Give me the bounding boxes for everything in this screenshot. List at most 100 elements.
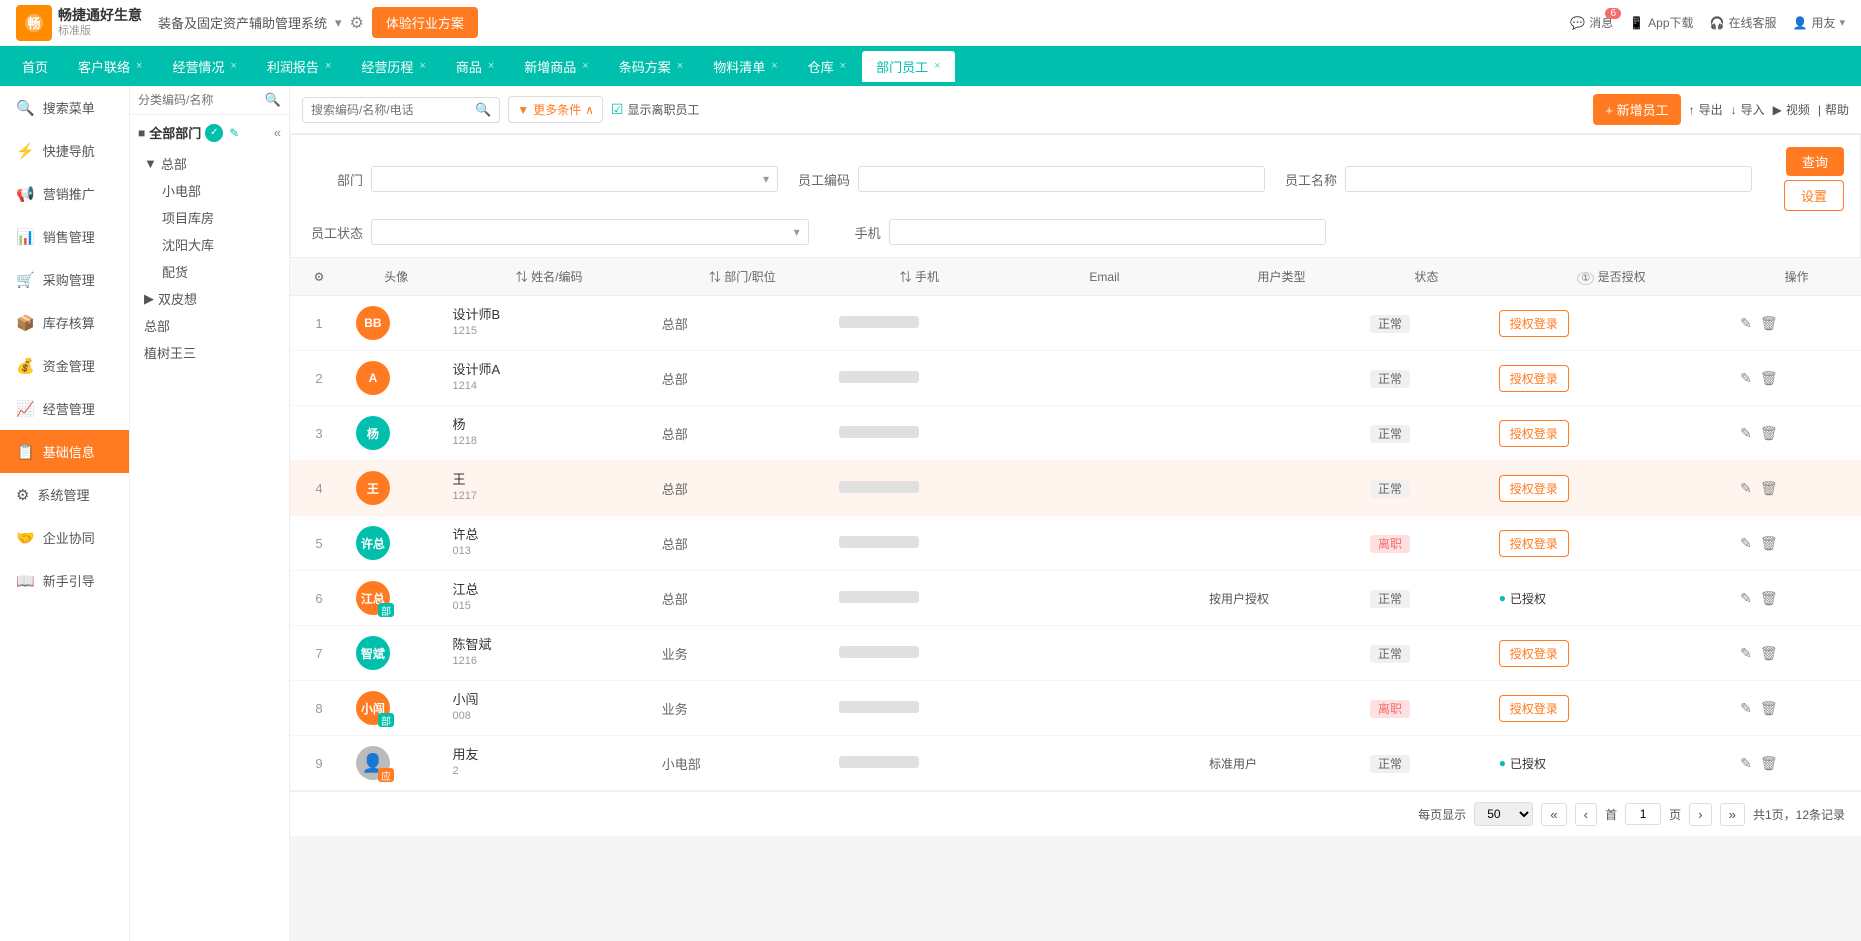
edit-button[interactable]: ✎ <box>1740 645 1752 662</box>
tab-bom[interactable]: 物料清单 × <box>699 51 791 82</box>
close-icon[interactable]: × <box>582 60 588 72</box>
tab-customer[interactable]: 客户联络 × <box>64 51 156 82</box>
edit-button[interactable]: ✎ <box>1740 700 1752 717</box>
sidebar-item-management[interactable]: 📈 经营管理 <box>0 387 129 430</box>
dept-group-zhishu[interactable]: 植树王三 <box>138 339 289 366</box>
edit-dept-icon[interactable]: ✎ <box>229 126 239 140</box>
tab-home[interactable]: 首页 <box>8 51 62 82</box>
sidebar-item-system[interactable]: ⚙ 系统管理 <box>0 473 129 516</box>
edit-button[interactable]: ✎ <box>1740 590 1752 607</box>
sidebar-item-basic[interactable]: 📋 基础信息 <box>0 430 129 473</box>
sidebar-item-inventory[interactable]: 📦 库存核算 <box>0 301 129 344</box>
close-icon[interactable]: × <box>488 60 494 72</box>
next-page-btn[interactable]: › <box>1689 803 1711 826</box>
close-icon[interactable]: × <box>840 60 846 72</box>
show-resigned-toggle[interactable]: ☑ 显示离职员工 <box>611 101 700 118</box>
edit-button[interactable]: ✎ <box>1740 370 1752 387</box>
sidebar-item-purchase[interactable]: 🛒 采购管理 <box>0 258 129 301</box>
close-icon[interactable]: × <box>934 60 940 72</box>
tab-warehouse[interactable]: 仓库 × <box>794 51 860 82</box>
edit-button[interactable]: ✎ <box>1740 535 1752 552</box>
settings-icon[interactable]: ⚙ <box>350 13 364 33</box>
app-download-btn[interactable]: 📱 App下载 <box>1629 14 1693 31</box>
sidebar-item-finance[interactable]: 💰 资金管理 <box>0 344 129 387</box>
tab-operation[interactable]: 经营情况 × <box>158 51 250 82</box>
sidebar-item-guide[interactable]: 📖 新手引导 <box>0 559 129 602</box>
sidebar-item-collab[interactable]: 🤝 企业协同 <box>0 516 129 559</box>
delete-button[interactable]: 🗑 <box>1760 370 1778 387</box>
edit-button[interactable]: ✎ <box>1740 425 1752 442</box>
tab-history[interactable]: 经营历程 × <box>347 51 439 82</box>
edit-button[interactable]: ✎ <box>1740 315 1752 332</box>
help-btn[interactable]: | 帮助 <box>1818 101 1849 118</box>
dept-child-peihuo[interactable]: 配货 <box>154 258 289 285</box>
page-number-input[interactable] <box>1625 803 1661 825</box>
auth-login-button[interactable]: 授权登录 <box>1499 640 1569 667</box>
tab-add-product[interactable]: 新增商品 × <box>510 51 602 82</box>
col-phone[interactable]: ⇅ 手机 <box>831 258 1008 296</box>
col-settings[interactable]: ⚙ <box>290 258 348 296</box>
col-name-code[interactable]: ⇅ 姓名/编码 <box>445 258 654 296</box>
export-btn[interactable]: ↑ 导出 <box>1689 101 1723 118</box>
first-page-btn[interactable]: « <box>1541 803 1566 826</box>
message-btn[interactable]: 💬 消息 6 <box>1570 14 1613 31</box>
close-icon[interactable]: × <box>677 60 683 72</box>
delete-button[interactable]: 🗑 <box>1760 755 1778 772</box>
close-icon[interactable]: × <box>325 60 331 72</box>
query-button[interactable]: 查询 <box>1786 147 1844 176</box>
close-icon[interactable]: × <box>419 60 425 72</box>
delete-button[interactable]: 🗑 <box>1760 700 1778 717</box>
chevron-icon[interactable]: ▾ <box>335 15 342 31</box>
dept-search-icon[interactable]: 🔍 <box>265 92 281 108</box>
emp-status-select[interactable]: ▾ <box>371 219 809 245</box>
dept-group-zongbu2[interactable]: 总部 <box>138 312 289 339</box>
sidebar-item-marketing[interactable]: 📢 营销推广 <box>0 172 129 215</box>
close-icon[interactable]: × <box>230 60 236 72</box>
delete-button[interactable]: 🗑 <box>1760 480 1778 497</box>
online-service-btn[interactable]: 🎧 在线客服 <box>1710 14 1777 31</box>
prev-page-btn[interactable]: ‹ <box>1575 803 1597 826</box>
collapse-dept-icon[interactable]: « <box>274 125 281 140</box>
delete-button[interactable]: 🗑 <box>1760 645 1778 662</box>
auth-login-button[interactable]: 授权登录 <box>1499 695 1569 722</box>
sidebar-item-shortcut[interactable]: ⚡ 快捷导航 <box>0 129 129 172</box>
dept-group-shuangpi[interactable]: ▶ 双皮想 <box>138 285 289 312</box>
last-page-btn[interactable]: » <box>1720 803 1745 826</box>
close-icon[interactable]: × <box>136 60 142 72</box>
auth-login-button[interactable]: 授权登录 <box>1499 530 1569 557</box>
sidebar-item-search[interactable]: 🔍 搜索菜单 <box>0 86 129 129</box>
more-filter-btn[interactable]: ▼ 更多条件 ∧ <box>508 96 603 123</box>
delete-button[interactable]: 🗑 <box>1760 425 1778 442</box>
dept-child-xmku[interactable]: 项目库房 <box>154 204 289 231</box>
import-btn[interactable]: ↓ 导入 <box>1731 101 1765 118</box>
auth-login-button[interactable]: 授权登录 <box>1499 365 1569 392</box>
close-icon[interactable]: × <box>771 60 777 72</box>
dept-child-xiaodian[interactable]: 小电部 <box>154 177 289 204</box>
delete-button[interactable]: 🗑 <box>1760 535 1778 552</box>
dept-group-zongbu[interactable]: ▼ 总部 <box>138 150 289 177</box>
dept-child-shenyang[interactable]: 沈阳大库 <box>154 231 289 258</box>
all-dept-header[interactable]: ■ 全部部门 ✓ ✎ « <box>130 115 289 150</box>
delete-button[interactable]: 🗑 <box>1760 590 1778 607</box>
tab-product[interactable]: 商品 × <box>442 51 508 82</box>
auth-login-button[interactable]: 授权登录 <box>1499 420 1569 447</box>
col-dept-pos[interactable]: ⇅ 部门/职位 <box>654 258 831 296</box>
sidebar-item-sales[interactable]: 📊 销售管理 <box>0 215 129 258</box>
emp-name-input[interactable] <box>1345 166 1752 192</box>
add-employee-button[interactable]: + 新增员工 <box>1593 94 1680 125</box>
auth-login-button[interactable]: 授权登录 <box>1499 310 1569 337</box>
video-btn[interactable]: ▶ 视频 <box>1773 101 1810 118</box>
auth-login-button[interactable]: 授权登录 <box>1499 475 1569 502</box>
trial-button[interactable]: 体验行业方案 <box>372 7 478 38</box>
search-icon[interactable]: 🔍 <box>475 102 491 118</box>
delete-button[interactable]: 🗑 <box>1760 315 1778 332</box>
tab-profit[interactable]: 利润报告 × <box>253 51 345 82</box>
edit-button[interactable]: ✎ <box>1740 755 1752 772</box>
edit-button[interactable]: ✎ <box>1740 480 1752 497</box>
page-size-select[interactable]: 50 20 100 <box>1474 802 1533 826</box>
search-input[interactable] <box>311 103 471 117</box>
phone-input[interactable] <box>889 219 1327 245</box>
tab-barcode[interactable]: 条码方案 × <box>605 51 697 82</box>
emp-code-input[interactable] <box>858 166 1265 192</box>
reset-button[interactable]: 设置 <box>1784 180 1844 211</box>
